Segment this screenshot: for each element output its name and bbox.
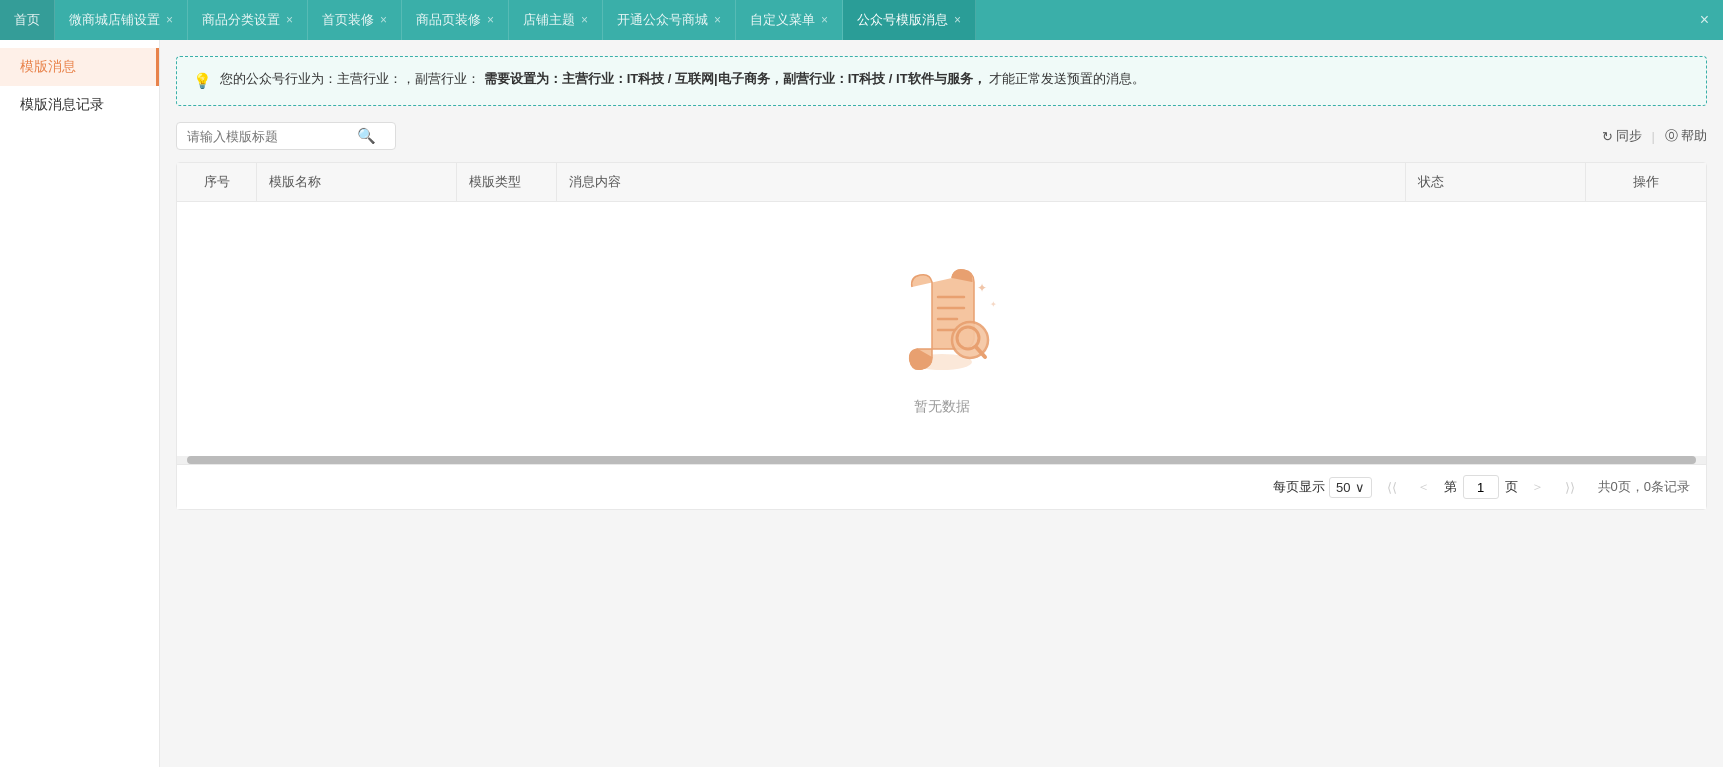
page-size-dropdown[interactable]: 50 ∨: [1329, 477, 1371, 498]
empty-text: 暂无数据: [914, 398, 970, 416]
page-size-value: 50: [1336, 480, 1350, 495]
page-number-input[interactable]: [1463, 475, 1499, 499]
tab-label: 商品页装修: [416, 11, 481, 29]
th-seq: 序号: [177, 163, 257, 201]
sync-icon: ↻: [1602, 129, 1613, 144]
th-type: 模版类型: [457, 163, 557, 201]
help-icon: ⓪: [1665, 127, 1678, 145]
tab-close-template-msg[interactable]: ×: [954, 13, 961, 27]
content-area: 💡 您的公众号行业为：主营行业：，副营行业： 需要设置为：主营行业：IT科技 /…: [160, 40, 1723, 767]
th-action: 操作: [1586, 163, 1706, 201]
empty-state: ✦ ✦ 暂无数据: [177, 202, 1706, 456]
page-total: 共0页，0条记录: [1598, 478, 1690, 496]
svg-text:✦: ✦: [977, 281, 987, 295]
page-size-label: 每页显示: [1273, 478, 1325, 496]
sync-label: 同步: [1616, 127, 1642, 145]
main-layout: 模版消息模版消息记录 💡 您的公众号行业为：主营行业：，副营行业： 需要设置为：…: [0, 40, 1723, 767]
notice-banner: 💡 您的公众号行业为：主营行业：，副营行业： 需要设置为：主营行业：IT科技 /…: [176, 56, 1707, 106]
help-label: 帮助: [1681, 127, 1707, 145]
tab-open-mall[interactable]: 开通公众号商城 ×: [603, 0, 736, 40]
tab-home[interactable]: 首页: [0, 0, 55, 40]
help-button[interactable]: ⓪ 帮助: [1665, 127, 1707, 145]
search-bar: 🔍 ↻ 同步 | ⓪ 帮助: [176, 122, 1707, 150]
tab-template-msg[interactable]: 公众号模版消息 ×: [843, 0, 976, 40]
search-input[interactable]: [187, 129, 357, 144]
th-name: 模版名称: [257, 163, 457, 201]
empty-icon: ✦ ✦: [882, 262, 1002, 382]
tab-label: 开通公众号商城: [617, 11, 708, 29]
search-input-wrap: 🔍: [176, 122, 396, 150]
next-page-button[interactable]: ＞: [1526, 475, 1550, 499]
tab-label: 店铺主题: [523, 11, 575, 29]
bulb-icon: 💡: [193, 69, 212, 93]
search-icon[interactable]: 🔍: [357, 127, 376, 145]
tab-label: 首页: [14, 11, 40, 29]
page-input-wrap: 第 页: [1444, 475, 1518, 499]
tab-label: 公众号模版消息: [857, 11, 948, 29]
table-header: 序号 模版名称 模版类型 消息内容 状态 操作: [177, 163, 1706, 202]
last-page-button[interactable]: ⟩⟩: [1558, 475, 1582, 499]
tab-label: 微商城店铺设置: [69, 11, 160, 29]
data-table: 序号 模版名称 模版类型 消息内容 状态 操作: [176, 162, 1707, 510]
top-nav: 首页微商城店铺设置×商品分类设置×首页装修×商品页装修×店铺主题×开通公众号商城…: [0, 0, 1723, 40]
sidebar-item-template-msg[interactable]: 模版消息: [0, 48, 159, 86]
pagination: 每页显示 50 ∨ ⟨⟨ ＜ 第 页 ＞ ⟩⟩ 共0页，0条记录: [177, 464, 1706, 509]
tab-shop-settings[interactable]: 微商城店铺设置 ×: [55, 0, 188, 40]
tab-close-home-decoration[interactable]: ×: [380, 13, 387, 27]
th-content: 消息内容: [557, 163, 1406, 201]
divider: |: [1652, 129, 1655, 144]
tab-close-product-decoration[interactable]: ×: [487, 13, 494, 27]
page-label: 第: [1444, 478, 1457, 496]
first-page-button[interactable]: ⟨⟨: [1380, 475, 1404, 499]
tab-product-decoration[interactable]: 商品页装修 ×: [402, 0, 509, 40]
notice-highlight: 需要设置为：主营行业：IT科技 / 互联网|电子商务，副营行业：IT科技 / I…: [484, 71, 986, 86]
tab-label: 商品分类设置: [202, 11, 280, 29]
tab-category-settings[interactable]: 商品分类设置 ×: [188, 0, 308, 40]
page-size-select: 每页显示 50 ∨: [1273, 477, 1371, 498]
tab-custom-menu[interactable]: 自定义菜单 ×: [736, 0, 843, 40]
tab-close-open-mall[interactable]: ×: [714, 13, 721, 27]
tab-close-shop-settings[interactable]: ×: [166, 13, 173, 27]
svg-text:✦: ✦: [990, 300, 997, 309]
chevron-down-icon: ∨: [1355, 480, 1365, 495]
sidebar-item-template-msg-record[interactable]: 模版消息记录: [0, 86, 159, 124]
tab-label: 自定义菜单: [750, 11, 815, 29]
search-left: 🔍: [176, 122, 396, 150]
search-right: ↻ 同步 | ⓪ 帮助: [1602, 127, 1707, 145]
close-all-button[interactable]: ×: [1686, 11, 1723, 29]
prev-page-button[interactable]: ＜: [1412, 475, 1436, 499]
notice-text: 您的公众号行业为：主营行业：，副营行业： 需要设置为：主营行业：IT科技 / 互…: [220, 69, 1145, 90]
scrollbar-thumb[interactable]: [187, 456, 1696, 464]
sidebar: 模版消息模版消息记录: [0, 40, 160, 767]
th-status: 状态: [1406, 163, 1586, 201]
tab-close-category-settings[interactable]: ×: [286, 13, 293, 27]
sync-button[interactable]: ↻ 同步: [1602, 127, 1642, 145]
tab-home-decoration[interactable]: 首页装修 ×: [308, 0, 402, 40]
tab-shop-theme[interactable]: 店铺主题 ×: [509, 0, 603, 40]
tab-close-shop-theme[interactable]: ×: [581, 13, 588, 27]
page-unit: 页: [1505, 478, 1518, 496]
tab-close-custom-menu[interactable]: ×: [821, 13, 828, 27]
horizontal-scrollbar[interactable]: [177, 456, 1706, 464]
tab-label: 首页装修: [322, 11, 374, 29]
